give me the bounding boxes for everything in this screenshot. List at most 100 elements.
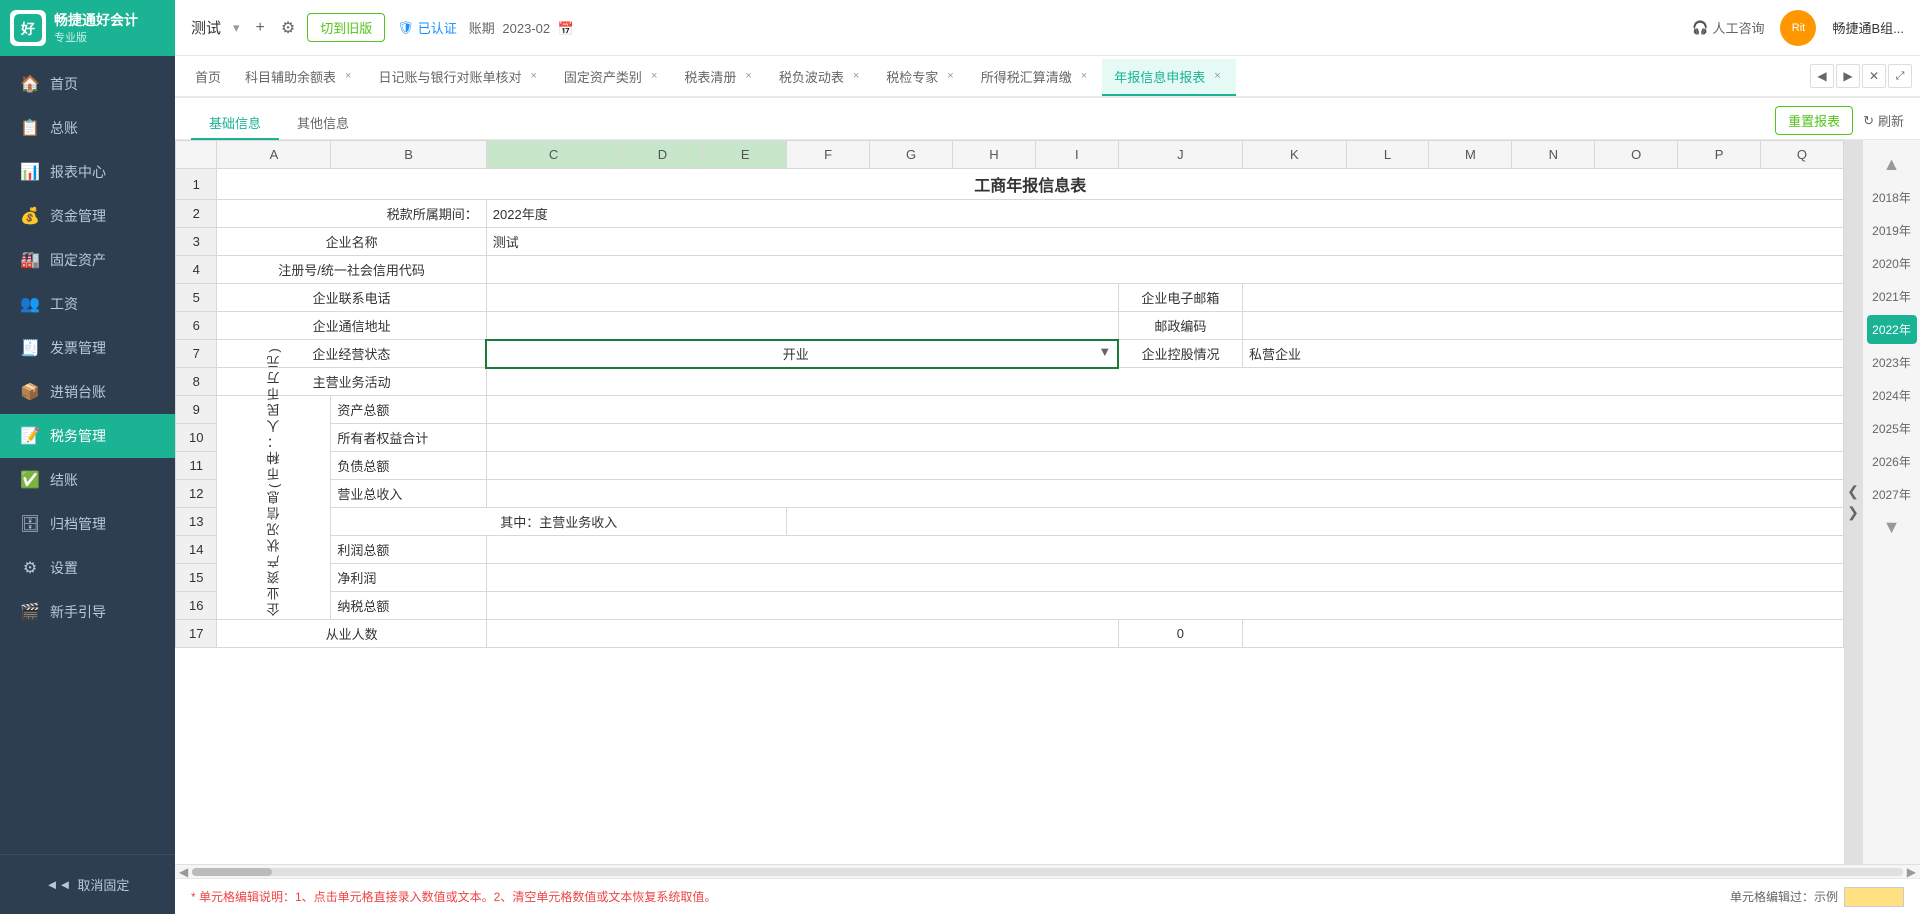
year-scroll-up-btn[interactable]: ▲: [1877, 148, 1907, 181]
nav-icon: 🏠: [20, 74, 40, 94]
h-scroll-thumb[interactable]: [192, 868, 272, 876]
tab-close-btn[interactable]: ×: [342, 70, 354, 83]
cell-total-revenue[interactable]: [486, 480, 1843, 508]
nav-icon: 💰: [20, 206, 40, 226]
sidebar-item-总账[interactable]: 📋总账: [0, 106, 175, 150]
cell-phone[interactable]: [486, 284, 1118, 312]
tab-expand-btn[interactable]: ⤢: [1888, 64, 1912, 88]
cancel-fixed-btn[interactable]: ◄◄ 取消固定: [0, 865, 175, 904]
nav-icon: 🧾: [20, 338, 40, 358]
reset-report-btn[interactable]: 重置报表: [1775, 106, 1853, 135]
settings-icon[interactable]: ⚙: [281, 18, 295, 38]
sidebar-item-进销台账[interactable]: 📦进销台账: [0, 370, 175, 414]
sub-tab-其他信息[interactable]: 其他信息: [279, 107, 367, 140]
cell-reg-no[interactable]: [486, 256, 1843, 284]
cell-employees-right[interactable]: [1243, 620, 1844, 648]
cell-postcode[interactable]: [1243, 312, 1844, 340]
tab-item-税负波动表[interactable]: 税负波动表×: [767, 59, 874, 96]
year-btn-2019年[interactable]: 2019年: [1867, 216, 1917, 245]
h-scroll-track[interactable]: [192, 868, 1903, 876]
cell-address[interactable]: [486, 312, 1118, 340]
cell-company-name[interactable]: 测试: [486, 228, 1843, 256]
tab-close-btn[interactable]: ×: [850, 70, 862, 83]
human-service-btn[interactable]: 🎧 人工咨询: [1692, 18, 1764, 37]
sidebar-item-税务管理[interactable]: 📝税务管理: [0, 414, 175, 458]
sidebar-item-结账[interactable]: ✅结账: [0, 458, 175, 502]
main-content: 测试 ▾ + ⚙ 切到旧版 🛡 已认证 账期 2023-02 📅 🎧 人工咨询: [175, 0, 1920, 914]
spreadsheet-container[interactable]: A B C D E F G H I J: [175, 140, 1844, 864]
cell-main-biz[interactable]: [486, 368, 1843, 396]
label-tax-period: 税款所属期间：: [217, 200, 486, 228]
cell-tax-period[interactable]: 2022年度: [486, 200, 1843, 228]
sidebar-item-归档管理[interactable]: 🗄归档管理: [0, 502, 175, 546]
switch-version-btn[interactable]: 切到旧版: [307, 13, 385, 42]
cell-equity[interactable]: [486, 424, 1843, 452]
sidebar-item-首页[interactable]: 🏠首页: [0, 62, 175, 106]
cell-holding[interactable]: 私营企业: [1243, 340, 1844, 368]
year-btn-2022年[interactable]: 2022年: [1867, 315, 1917, 344]
sidebar-item-资金管理[interactable]: 💰资金管理: [0, 194, 175, 238]
year-btn-2024年[interactable]: 2024年: [1867, 381, 1917, 410]
tab-item-税检专家[interactable]: 税检专家×: [874, 59, 968, 96]
cell-liabilities[interactable]: [486, 452, 1843, 480]
example-label: 单元格编辑过：示例: [1730, 888, 1838, 905]
year-scroll-down-btn[interactable]: ▼: [1877, 511, 1907, 544]
scroll-left-arrow[interactable]: ◀: [179, 865, 188, 879]
tab-item-税表清册[interactable]: 税表清册×: [672, 59, 766, 96]
tab-item-年报信息申报表[interactable]: 年报信息申报表×: [1102, 59, 1235, 96]
row-num-3: 3: [176, 228, 217, 256]
tab-next-btn[interactable]: ▶: [1836, 64, 1860, 88]
tab-close-btn[interactable]: ×: [1211, 70, 1223, 83]
sidebar-item-工资[interactable]: 👥工资: [0, 282, 175, 326]
add-tab-btn[interactable]: +: [256, 19, 265, 37]
cell-employees-value[interactable]: 0: [1118, 620, 1242, 648]
sidebar-item-固定资产[interactable]: 🏭固定资产: [0, 238, 175, 282]
tab-item-日记账与银行对账单核对[interactable]: 日记账与银行对账单核对×: [366, 59, 551, 96]
nav-icon: 📝: [20, 426, 40, 446]
sidebar-item-报表中心[interactable]: 📊报表中心: [0, 150, 175, 194]
tab-item-所得税汇算清缴[interactable]: 所得税汇算清缴×: [969, 59, 1102, 96]
year-btn-2018年[interactable]: 2018年: [1867, 183, 1917, 212]
headset-icon: 🎧: [1692, 20, 1708, 36]
year-btn-2026年[interactable]: 2026年: [1867, 447, 1917, 476]
scroll-right-arrow[interactable]: ▶: [1907, 865, 1916, 879]
sidebar-item-设置[interactable]: ⚙设置: [0, 546, 175, 590]
refresh-btn[interactable]: ↻ 刷新: [1863, 111, 1904, 130]
sidebar-item-发票管理[interactable]: 🧾发票管理: [0, 326, 175, 370]
tab-prev-btn[interactable]: ◀: [1810, 64, 1834, 88]
tab-item-固定资产类别[interactable]: 固定资产类别×: [552, 59, 672, 96]
tab-close-btn[interactable]: ×: [648, 70, 660, 83]
cell-employees-left[interactable]: [486, 620, 1118, 648]
year-btn-2021年[interactable]: 2021年: [1867, 282, 1917, 311]
tab-close-btn[interactable]: ×: [944, 70, 956, 83]
table-row: 15 净利润: [176, 564, 1844, 592]
cell-email[interactable]: [1243, 284, 1844, 312]
cell-net-profit[interactable]: [486, 564, 1843, 592]
tab-item-首页[interactable]: 首页: [183, 59, 233, 96]
year-btn-2023年[interactable]: 2023年: [1867, 348, 1917, 377]
h-scroll-bar[interactable]: ◀ ▶: [175, 864, 1920, 878]
nav-label: 进销台账: [50, 382, 106, 402]
calendar-icon[interactable]: 📅: [558, 21, 574, 36]
side-collapse-btn[interactable]: ❮ ❯: [1844, 140, 1862, 864]
year-btn-2027年[interactable]: 2027年: [1867, 480, 1917, 509]
tab-close-all-btn[interactable]: ✕: [1862, 64, 1886, 88]
cell-main-revenue[interactable]: [787, 508, 1844, 536]
sidebar-item-新手引导[interactable]: 🎬新手引导: [0, 590, 175, 634]
cell-total-profit[interactable]: [486, 536, 1843, 564]
tab-close-btn[interactable]: ×: [1078, 70, 1090, 83]
cell-total-assets[interactable]: [486, 396, 1843, 424]
tab-close-btn[interactable]: ×: [527, 70, 539, 83]
tab-label: 科目辅助余额表: [245, 67, 336, 86]
tab-close-btn[interactable]: ×: [742, 70, 754, 83]
top-bar: 测试 ▾ + ⚙ 切到旧版 🛡 已认证 账期 2023-02 📅 🎧 人工咨询: [175, 0, 1920, 56]
tab-item-科目辅助余额表[interactable]: 科目辅助余额表 ×: [233, 59, 366, 96]
cell-biz-status[interactable]: 开业 ▼: [486, 340, 1118, 368]
year-btn-2020年[interactable]: 2020年: [1867, 249, 1917, 278]
row-num-9: 9: [176, 396, 217, 424]
sub-tab-基础信息[interactable]: 基础信息: [191, 107, 279, 140]
year-btn-2025年[interactable]: 2025年: [1867, 414, 1917, 443]
row-num-10: 10: [176, 424, 217, 452]
dropdown-arrow-icon[interactable]: ▾: [233, 20, 240, 36]
cell-total-tax[interactable]: [486, 592, 1843, 620]
